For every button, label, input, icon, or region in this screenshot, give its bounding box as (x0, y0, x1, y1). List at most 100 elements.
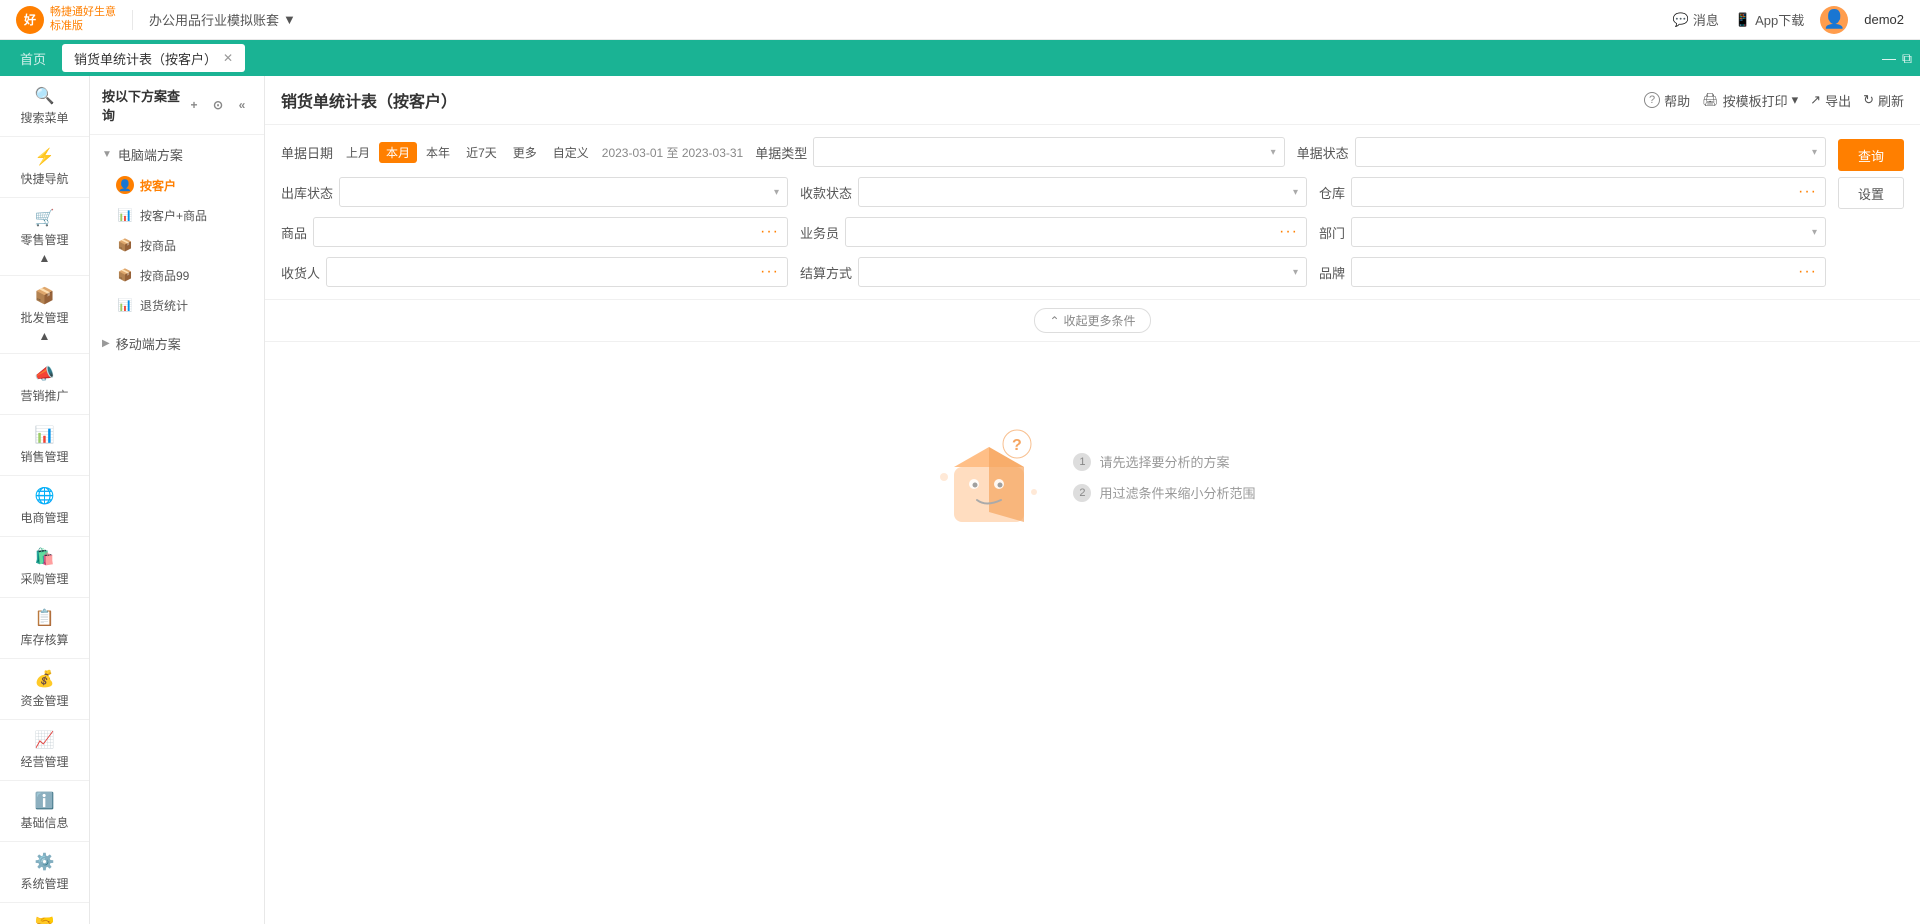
sidebar-item-ecommerce[interactable]: 🌐 电商管理 (0, 476, 89, 537)
tree-parent-desktop[interactable]: ▼ 电脑端方案 (90, 139, 264, 170)
tree-child-by-goods-99[interactable]: 📦 按商品99 (90, 260, 264, 290)
brand-label: 品牌 (1319, 263, 1345, 282)
sidebar-item-inventory[interactable]: 📋 库存核算 (0, 598, 89, 659)
sidebar-item-purchase[interactable]: 🛍️ 采购管理 (0, 537, 89, 598)
desktop-tree-arrow: ▼ (102, 149, 112, 160)
wholesale-arrow: ▲ (39, 329, 51, 343)
doc-type-select[interactable]: ▾ (813, 137, 1284, 167)
tab-minimize-btn[interactable]: — (1882, 50, 1896, 67)
date-tab-this-month[interactable]: 本月 (379, 142, 417, 163)
ecommerce-icon: 🌐 (35, 486, 55, 506)
doc-status-select[interactable]: ▾ (1355, 137, 1826, 167)
sidebar-item-inventory-label: 库存核算 (20, 631, 68, 648)
receipt-status-label: 收款状态 (800, 183, 852, 202)
mobile-section-label: 移动端方案 (116, 334, 181, 353)
salesperson-select[interactable]: ··· (845, 217, 1307, 247)
return-stats-label: 退货统计 (140, 297, 188, 314)
sidebar-item-search-menu-label: 搜索菜单 (20, 109, 68, 126)
department-select[interactable]: ▾ (1351, 217, 1826, 247)
sidebar-item-finance[interactable]: 💰 资金管理 (0, 659, 89, 720)
sidebar2-collapse-btn[interactable]: « (232, 95, 252, 115)
help-icon: ? (1644, 92, 1660, 108)
refresh-button[interactable]: ↻ 刷新 (1863, 91, 1904, 110)
settlement-filter: 结算方式 ▾ (800, 257, 1307, 287)
page-actions: ? 帮助 🖨 按模板打印 ▾ ↗ 导出 ↻ 刷新 (1644, 91, 1904, 110)
sidebar2-settings-btn[interactable]: ⊙ (208, 95, 228, 115)
collapse-btn[interactable]: ⌃ 收起更多条件 (1034, 308, 1150, 333)
tab-maximize-btn[interactable]: ⧉ (1902, 50, 1912, 67)
export-icon: ↗ (1810, 92, 1821, 108)
date-filter-item: 单据日期 上月 本月 本年 近7天 更多 自定义 2023-03-01 至 20… (281, 142, 743, 163)
by-goods-icon: 📦 (116, 236, 134, 254)
wholesale-mgmt-icon: 📦 (35, 286, 55, 306)
date-range-display: 2023-03-01 至 2023-03-31 (602, 144, 743, 161)
system-name-dropdown[interactable]: 办公用品行业模拟账套 ▼ (149, 10, 296, 29)
date-tab-custom[interactable]: 自定义 (546, 142, 596, 163)
sidebar-item-enterprise-collab[interactable]: 🤝 企业协同 (0, 903, 89, 924)
date-tab-this-year[interactable]: 本年 (419, 142, 457, 163)
sidebar-item-business[interactable]: 📈 经营管理 (0, 720, 89, 781)
tree-parent-mobile[interactable]: ▶ 移动端方案 (90, 328, 264, 359)
message-button[interactable]: 💬 消息 (1673, 10, 1719, 29)
sidebar2-add-btn[interactable]: + (184, 95, 204, 115)
out-status-filter: 出库状态 ▾ (281, 177, 788, 207)
out-status-select[interactable]: ▾ (339, 177, 788, 207)
user-avatar[interactable]: 👤 (1820, 6, 1848, 34)
sidebar-item-finance-label: 资金管理 (20, 692, 68, 709)
tab-close-icon[interactable]: ✕ (223, 51, 233, 65)
sidebar-item-system[interactable]: ⚙️ 系统管理 (0, 842, 89, 903)
help-button[interactable]: ? 帮助 (1644, 91, 1690, 110)
recipient-select[interactable]: ··· (326, 257, 788, 287)
sidebar2-title: 按以下方案查询 (102, 86, 184, 124)
add-icon: + (190, 98, 197, 112)
tree-section-mobile: ▶ 移动端方案 (90, 324, 264, 363)
business-icon: 📈 (35, 730, 55, 750)
salesperson-label: 业务员 (800, 223, 839, 242)
header-divider (132, 10, 133, 30)
goods-select[interactable]: ··· (313, 217, 788, 247)
sidebar-item-retail-mgmt[interactable]: 🛒 零售管理 ▲ (0, 198, 89, 276)
tab-sales-stats[interactable]: 销货单统计表（按客户） ✕ (62, 44, 245, 72)
tab-sales-stats-label: 销货单统计表（按客户） (74, 49, 217, 68)
empty-illustration: ? (929, 422, 1049, 532)
tree-child-by-customer[interactable]: 👤 按客户 (90, 170, 264, 200)
marketing-icon: 📣 (35, 364, 55, 384)
refresh-icon: ↻ (1863, 92, 1874, 108)
sidebar: 🔍 搜索菜单 ⚡ 快捷导航 🛒 零售管理 ▲ 📦 批发管理 ▲ 📣 营销推广 📊… (0, 76, 90, 924)
export-button[interactable]: ↗ 导出 (1810, 91, 1851, 110)
sidebar-item-quick-nav[interactable]: ⚡ 快捷导航 (0, 137, 89, 198)
sidebar-item-basic-info[interactable]: ℹ️ 基础信息 (0, 781, 89, 842)
date-tab-more[interactable]: 更多 (506, 142, 544, 163)
template-print-button[interactable]: 🖨 按模板打印 ▾ (1702, 91, 1798, 110)
settlement-select[interactable]: ▾ (858, 257, 1307, 287)
warehouse-label: 仓库 (1319, 183, 1345, 202)
date-tab-last-month[interactable]: 上月 (339, 142, 377, 163)
date-label: 单据日期 (281, 143, 333, 162)
sidebar-item-search-menu[interactable]: 🔍 搜索菜单 (0, 76, 89, 137)
user-name[interactable]: demo2 (1864, 12, 1904, 27)
sidebar-item-marketing[interactable]: 📣 营销推广 (0, 354, 89, 415)
app-download-button[interactable]: 📱 App下载 (1735, 10, 1804, 29)
hint2-text: 用过滤条件来缩小分析范围 (1099, 483, 1255, 502)
filter-area: 单据日期 上月 本月 本年 近7天 更多 自定义 2023-03-01 至 20… (265, 125, 1920, 300)
sidebar-item-retail-label: 零售管理 (20, 231, 68, 248)
warehouse-select[interactable]: ··· (1351, 177, 1826, 207)
sidebar-item-ecommerce-label: 电商管理 (20, 509, 68, 526)
by-customer-goods-label: 按客户+商品 (140, 207, 207, 224)
settings-button[interactable]: 设置 (1838, 177, 1904, 209)
date-tab-last7days[interactable]: 近7天 (459, 142, 504, 163)
receipt-status-select[interactable]: ▾ (858, 177, 1307, 207)
sidebar-item-wholesale-mgmt[interactable]: 📦 批发管理 ▲ (0, 276, 89, 354)
query-button[interactable]: 查询 (1838, 139, 1904, 171)
sidebar-item-sales-label: 销售管理 (20, 448, 68, 465)
sidebar-item-sales-mgmt[interactable]: 📊 销售管理 (0, 415, 89, 476)
brand-select[interactable]: ··· (1351, 257, 1826, 287)
quick-nav-icon: ⚡ (35, 147, 55, 167)
tree-child-by-customer-goods[interactable]: 📊 按客户+商品 (90, 200, 264, 230)
retail-arrow: ▲ (39, 251, 51, 265)
tree-child-return-stats[interactable]: 📊 退货统计 (90, 290, 264, 320)
desktop-section-label: 电脑端方案 (118, 145, 183, 164)
tab-home[interactable]: 首页 (8, 44, 58, 72)
tree-child-by-goods[interactable]: 📦 按商品 (90, 230, 264, 260)
filter-row-2: 出库状态 ▾ 收款状态 ▾ (281, 177, 1826, 207)
